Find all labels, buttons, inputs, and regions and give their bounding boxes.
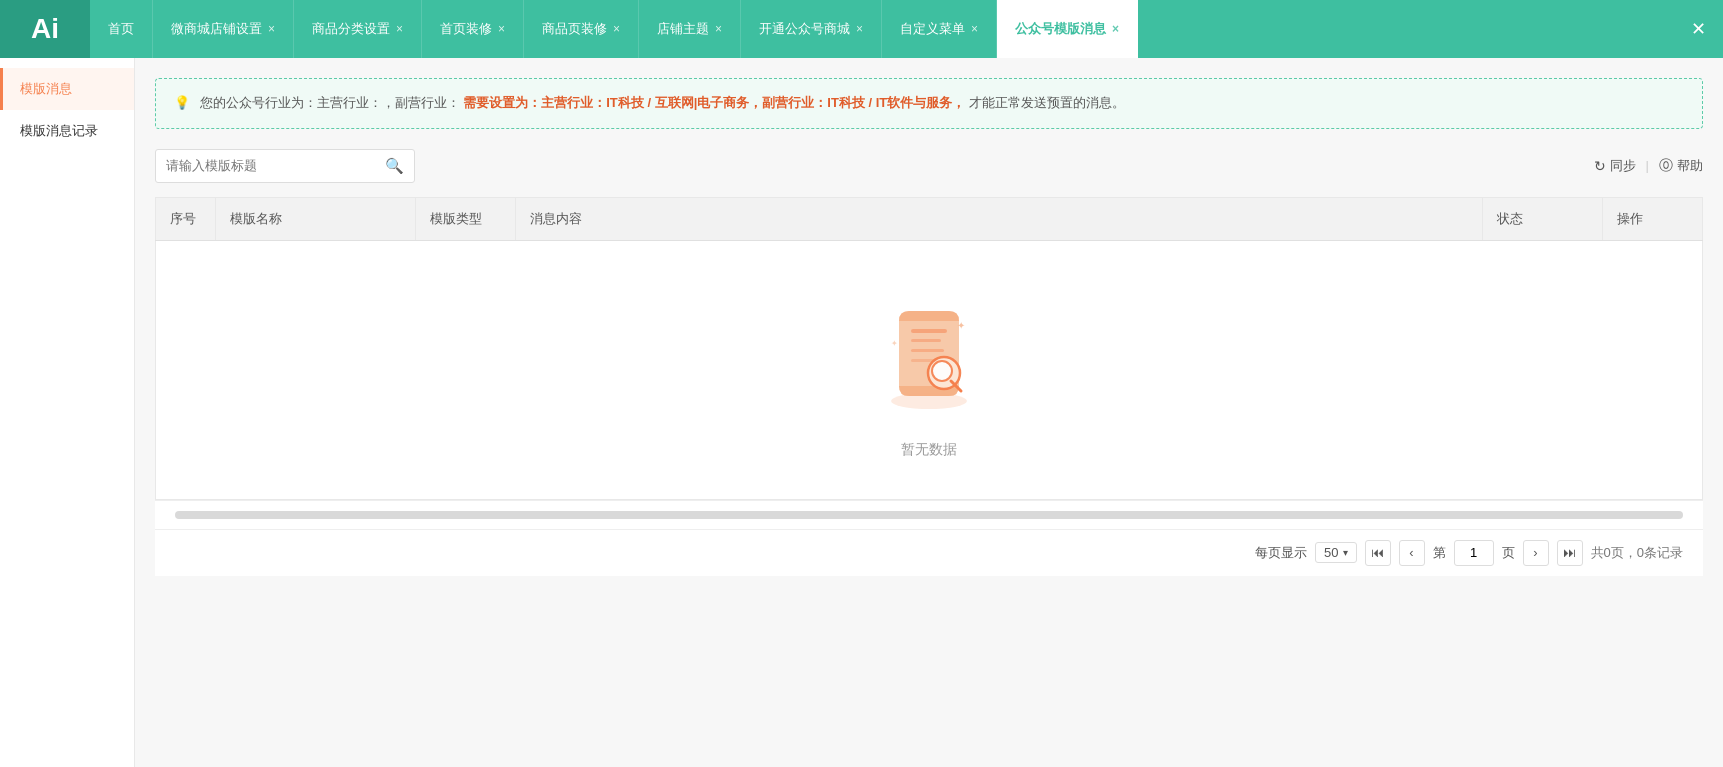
scroll-bar-row bbox=[155, 500, 1703, 529]
main-layout: 模版消息模版消息记录 💡 您的公众号行业为：主营行业：，副营行业： 需要设置为：… bbox=[0, 58, 1723, 767]
first-page-button[interactable]: ⏮ bbox=[1365, 540, 1391, 566]
notice-highlight: 需要设置为：主营行业：IT科技 / 互联网|电子商务，副营行业：IT科技 / I… bbox=[463, 95, 965, 110]
notice-banner: 💡 您的公众号行业为：主营行业：，副营行业： 需要设置为：主营行业：IT科技 /… bbox=[155, 78, 1703, 129]
empty-icon: ✦ ✦ bbox=[869, 301, 989, 421]
table-col-消息内容: 消息内容 bbox=[516, 197, 1483, 240]
notice-icon: 💡 bbox=[174, 95, 190, 110]
data-table: 序号模版名称模版类型消息内容状态操作 bbox=[155, 197, 1703, 241]
nav-tab-商品分类设置[interactable]: 商品分类设置× bbox=[294, 0, 422, 58]
page-word: 第 bbox=[1433, 544, 1446, 562]
toolbar-divider: | bbox=[1646, 158, 1649, 173]
page-label: 页 bbox=[1502, 544, 1515, 562]
table-col-序号: 序号 bbox=[156, 197, 216, 240]
page-size-label: 每页显示 bbox=[1255, 544, 1307, 562]
help-button[interactable]: ⓪ 帮助 bbox=[1659, 157, 1703, 175]
sidebar-item-模版消息记录[interactable]: 模版消息记录 bbox=[0, 110, 134, 152]
nav-tab-首页装修[interactable]: 首页装修× bbox=[422, 0, 524, 58]
sync-button[interactable]: ↻ 同步 bbox=[1594, 157, 1636, 175]
close-tab-icon[interactable]: × bbox=[268, 22, 275, 36]
table-col-模版名称: 模版名称 bbox=[216, 197, 416, 240]
search-input-wrap[interactable]: 🔍 bbox=[155, 149, 415, 183]
table-col-模版类型: 模版类型 bbox=[416, 197, 516, 240]
sync-icon: ↻ bbox=[1594, 158, 1606, 174]
nav-tab-公众号模版消息[interactable]: 公众号模版消息× bbox=[997, 0, 1138, 58]
close-tab-icon[interactable]: × bbox=[856, 22, 863, 36]
app-logo: Ai bbox=[0, 0, 90, 58]
prev-page-button[interactable]: ‹ bbox=[1399, 540, 1425, 566]
svg-text:✦: ✦ bbox=[891, 339, 898, 348]
close-all-button[interactable]: ✕ bbox=[1673, 0, 1723, 58]
top-nav-bar: Ai 首页微商城店铺设置×商品分类设置×首页装修×商品页装修×店铺主题×开通公众… bbox=[0, 0, 1723, 58]
sidebar-item-模版消息[interactable]: 模版消息 bbox=[0, 68, 134, 110]
svg-rect-2 bbox=[911, 339, 941, 342]
search-icon[interactable]: 🔍 bbox=[385, 157, 404, 175]
close-tab-icon[interactable]: × bbox=[613, 22, 620, 36]
close-tab-icon[interactable]: × bbox=[498, 22, 505, 36]
search-bar: 🔍 ↻ 同步 | ⓪ 帮助 bbox=[155, 149, 1703, 183]
table-header-row: 序号模版名称模版类型消息内容状态操作 bbox=[156, 197, 1703, 240]
empty-text: 暂无数据 bbox=[156, 441, 1702, 459]
pagination-bar: 每页显示 50 ▾ ⏮ ‹ 第 页 › ⏭ 共0页，0条记录 bbox=[155, 529, 1703, 576]
sidebar: 模版消息模版消息记录 bbox=[0, 58, 135, 767]
chevron-down-icon: ▾ bbox=[1343, 547, 1348, 558]
toolbar-right: ↻ 同步 | ⓪ 帮助 bbox=[1594, 157, 1703, 175]
svg-rect-3 bbox=[911, 349, 944, 352]
nav-tab-店铺主题[interactable]: 店铺主题× bbox=[639, 0, 741, 58]
table-header: 序号模版名称模版类型消息内容状态操作 bbox=[156, 197, 1703, 240]
next-page-button[interactable]: › bbox=[1523, 540, 1549, 566]
page-size-value: 50 bbox=[1324, 545, 1338, 560]
nav-tab-开通公众号商城[interactable]: 开通公众号商城× bbox=[741, 0, 882, 58]
help-label: 帮助 bbox=[1677, 157, 1703, 175]
svg-point-6 bbox=[932, 361, 952, 381]
nav-tab-自定义菜单[interactable]: 自定义菜单× bbox=[882, 0, 997, 58]
close-tab-icon[interactable]: × bbox=[396, 22, 403, 36]
page-number-input[interactable] bbox=[1454, 540, 1494, 566]
close-tab-icon[interactable]: × bbox=[1112, 22, 1119, 36]
svg-rect-1 bbox=[911, 329, 947, 333]
page-size-select[interactable]: 50 ▾ bbox=[1315, 542, 1356, 563]
nav-tab-商品页装修[interactable]: 商品页装修× bbox=[524, 0, 639, 58]
content-area: 💡 您的公众号行业为：主营行业：，副营行业： 需要设置为：主营行业：IT科技 /… bbox=[135, 58, 1723, 767]
help-icon: ⓪ bbox=[1659, 157, 1673, 175]
svg-text:✦: ✦ bbox=[957, 320, 965, 331]
nav-tabs-container: 首页微商城店铺设置×商品分类设置×首页装修×商品页装修×店铺主题×开通公众号商城… bbox=[90, 0, 1673, 58]
last-page-button[interactable]: ⏭ bbox=[1557, 540, 1583, 566]
horizontal-scrollbar[interactable] bbox=[175, 511, 1683, 519]
table-col-状态: 状态 bbox=[1483, 197, 1603, 240]
empty-state: ✦ ✦ 暂无数据 bbox=[155, 241, 1703, 500]
nav-tab-首页[interactable]: 首页 bbox=[90, 0, 153, 58]
notice-suffix: 才能正常发送预置的消息。 bbox=[969, 95, 1125, 110]
close-tab-icon[interactable]: × bbox=[715, 22, 722, 36]
nav-tab-微商城店铺设置[interactable]: 微商城店铺设置× bbox=[153, 0, 294, 58]
page-total: 共0页，0条记录 bbox=[1591, 544, 1683, 562]
close-tab-icon[interactable]: × bbox=[971, 22, 978, 36]
search-input[interactable] bbox=[166, 158, 385, 173]
sync-label: 同步 bbox=[1610, 157, 1636, 175]
notice-prefix: 您的公众号行业为：主营行业：，副营行业： bbox=[200, 95, 460, 110]
table-col-操作: 操作 bbox=[1603, 197, 1703, 240]
